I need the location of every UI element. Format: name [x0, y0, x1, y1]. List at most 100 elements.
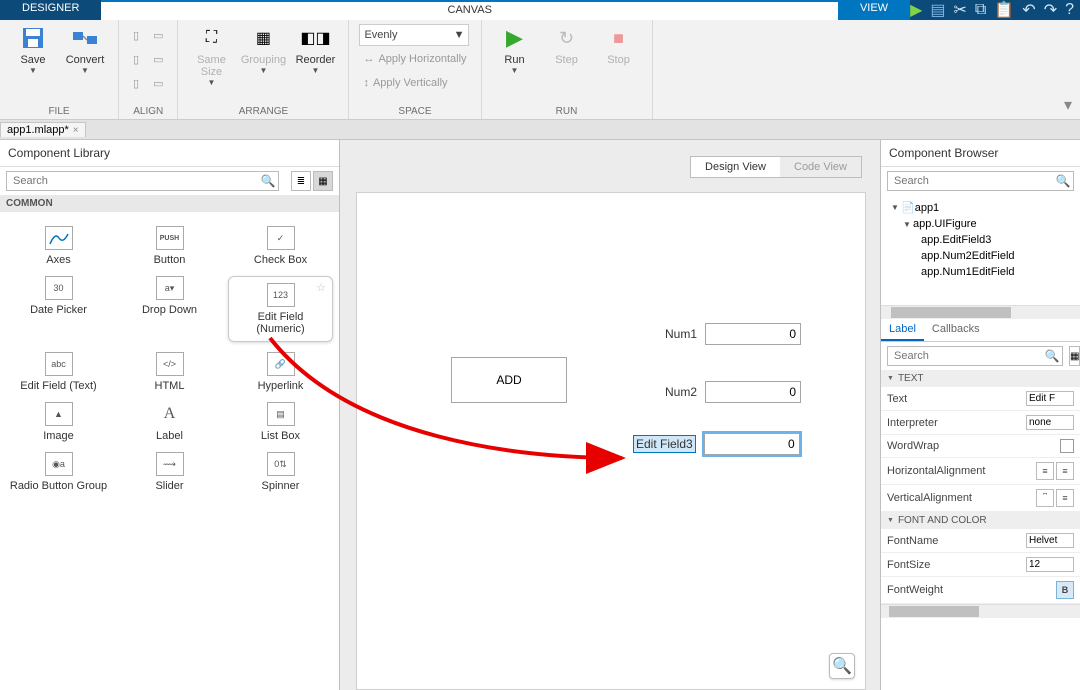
code-view-tab[interactable]: Code View [780, 157, 861, 177]
close-icon[interactable]: × [73, 125, 79, 136]
search-icon[interactable]: 🔍 [258, 172, 278, 190]
tree-num2[interactable]: app.Num2EditField [881, 248, 1080, 264]
library-search-input[interactable] [7, 172, 258, 190]
search-icon[interactable]: 🔍 [1053, 172, 1073, 190]
prop-scrollbar[interactable] [881, 604, 1080, 618]
align-center-h-icon[interactable]: ▯ [129, 48, 143, 70]
paste-icon[interactable]: 📋 [994, 0, 1014, 20]
view-switch: Design View Code View [690, 156, 862, 178]
num1-field[interactable] [705, 323, 801, 345]
prop-text-input[interactable] [1026, 391, 1074, 406]
collapse-ribbon-icon[interactable]: ▾ [1056, 91, 1080, 119]
comp-listbox[interactable]: ▤List Box [228, 402, 333, 442]
listbox-icon: ▤ [267, 402, 295, 426]
tree-app1[interactable]: ▼📄 app1 [881, 199, 1080, 216]
convert-label: Convert [66, 54, 105, 66]
valign-center-button[interactable]: ≡ [1056, 489, 1074, 507]
comp-button[interactable]: PUSHButton [117, 226, 222, 266]
num2-field[interactable] [705, 381, 801, 403]
wordwrap-checkbox[interactable] [1060, 439, 1074, 453]
quick-access-toolbar: ▶ ▤ ✂ ⧉ 📋 ↶ ↷ ? [910, 0, 1080, 20]
save-button[interactable]: Save ▼ [10, 24, 56, 75]
comp-editfield-text[interactable]: abcEdit Field (Text) [6, 352, 111, 392]
apply-horizontally-button[interactable]: ↔ Apply Horizontally [359, 48, 470, 70]
comp-editfield-numeric[interactable]: ☆123Edit Field (Numeric) [228, 276, 333, 342]
run-button[interactable]: ▶Run▼ [492, 24, 538, 75]
prop-section-text[interactable]: TEXT [881, 370, 1080, 387]
zoom-button[interactable]: 🔍 [829, 653, 855, 679]
grouping-button[interactable]: ▦Grouping▼ [240, 24, 286, 75]
comp-spinner[interactable]: 0⇅Spinner [228, 452, 333, 492]
add-button[interactable]: ADD [451, 357, 567, 403]
tab-view[interactable]: VIEW [838, 0, 910, 20]
align-right-icon[interactable]: ▯ [129, 72, 143, 94]
cut-icon[interactable]: ✂ [954, 0, 967, 20]
comp-html[interactable]: </>HTML [117, 352, 222, 392]
prop-tab-label[interactable]: Label [881, 319, 924, 341]
help-icon[interactable]: ? [1065, 1, 1074, 19]
align-bottom-icon[interactable]: ▭ [149, 72, 167, 94]
comp-slider[interactable]: ⟿Slider [117, 452, 222, 492]
comp-radiobutton[interactable]: ◉aRadio Button Group [6, 452, 111, 492]
spinner-icon: 0⇅ [267, 452, 295, 476]
valign-top-button[interactable]: ⎴ [1036, 489, 1054, 507]
prop-interpreter-input[interactable] [1026, 415, 1074, 430]
fontsize-input[interactable] [1026, 557, 1074, 572]
stop-button[interactable]: ■Stop [596, 24, 642, 66]
undo-icon[interactable]: ↶ [1022, 0, 1035, 20]
align-center-v-icon[interactable]: ▭ [149, 48, 167, 70]
redo-icon[interactable]: ↷ [1044, 0, 1057, 20]
comp-dropdown[interactable]: a▾Drop Down [117, 276, 222, 342]
comp-label[interactable]: ALabel [117, 402, 222, 442]
editfield3-label[interactable]: Edit Field3 [633, 435, 696, 453]
tab-canvas[interactable]: CANVAS [101, 0, 837, 20]
tab-designer[interactable]: DESIGNER [0, 0, 101, 20]
apply-vertically-button[interactable]: ↕ Apply Vertically [359, 72, 470, 94]
editfield3-field[interactable] [704, 433, 800, 455]
halign-left-button[interactable]: ≡ [1036, 462, 1054, 480]
grid-view-button[interactable]: ▦ [313, 171, 333, 191]
browser-search-input[interactable] [888, 172, 1053, 190]
search-icon[interactable]: 🔍 [1042, 347, 1062, 365]
file-tab-app1[interactable]: app1.mlapp* × [0, 122, 86, 137]
tree-scrollbar[interactable] [881, 305, 1080, 319]
num2-label: Num2 [665, 385, 697, 399]
tree-editfield3[interactable]: app.EditField3 [881, 232, 1080, 248]
list-view-button[interactable]: ≣ [291, 171, 311, 191]
comp-image[interactable]: ▲Image [6, 402, 111, 442]
comp-checkbox[interactable]: ✓Check Box [228, 226, 333, 266]
checkbox-icon: ✓ [267, 226, 295, 250]
prop-fontsize: FontSize [881, 553, 1080, 577]
prop-tab-callbacks[interactable]: Callbacks [924, 319, 988, 341]
samesize-button[interactable]: ⛶Same Size▼ [188, 24, 234, 87]
align-top-icon[interactable]: ▭ [149, 24, 167, 46]
fontname-input[interactable] [1026, 533, 1074, 548]
canvas-area: Design View Code View ADD Num1 Num2 Edit… [340, 140, 880, 690]
tree-uifigure[interactable]: ▼app.UIFigure [881, 216, 1080, 232]
calendar-icon: 30 [45, 276, 73, 300]
component-browser-panel: Component Browser 🔍 ▼📄 app1 ▼app.UIFigur… [880, 140, 1080, 690]
comp-datepicker[interactable]: 30Date Picker [6, 276, 111, 342]
stop-icon: ■ [605, 24, 633, 52]
tree-num1[interactable]: app.Num1EditField [881, 264, 1080, 280]
run-icon[interactable]: ▶ [910, 0, 922, 20]
copy-icon[interactable]: ⧉ [975, 1, 986, 19]
prop-view-toggle-1[interactable]: ▦ [1069, 346, 1080, 366]
comp-axes[interactable]: Axes [6, 226, 111, 266]
design-view-tab[interactable]: Design View [691, 157, 780, 177]
step-button[interactable]: ↻Step [544, 24, 590, 66]
fontweight-bold-button[interactable]: B [1056, 581, 1074, 599]
numeric-icon: 123 [267, 283, 295, 307]
prop-section-font[interactable]: FONT AND COLOR [881, 512, 1080, 529]
halign-center-button[interactable]: ≡ [1056, 462, 1074, 480]
section-common: COMMON [0, 195, 339, 212]
ui-figure[interactable]: ADD Num1 Num2 Edit Field3 🔍 [356, 192, 866, 690]
save-icon[interactable]: ▤ [930, 0, 945, 20]
comp-hyperlink[interactable]: 🔗Hyperlink [228, 352, 333, 392]
evenly-dropdown[interactable]: Evenly▼ [359, 24, 469, 46]
reorder-icon: ◧◨ [301, 24, 329, 52]
convert-button[interactable]: Convert ▼ [62, 24, 108, 75]
prop-search-input[interactable] [888, 347, 1042, 365]
reorder-button[interactable]: ◧◨Reorder▼ [292, 24, 338, 75]
align-left-icon[interactable]: ▯ [129, 24, 143, 46]
